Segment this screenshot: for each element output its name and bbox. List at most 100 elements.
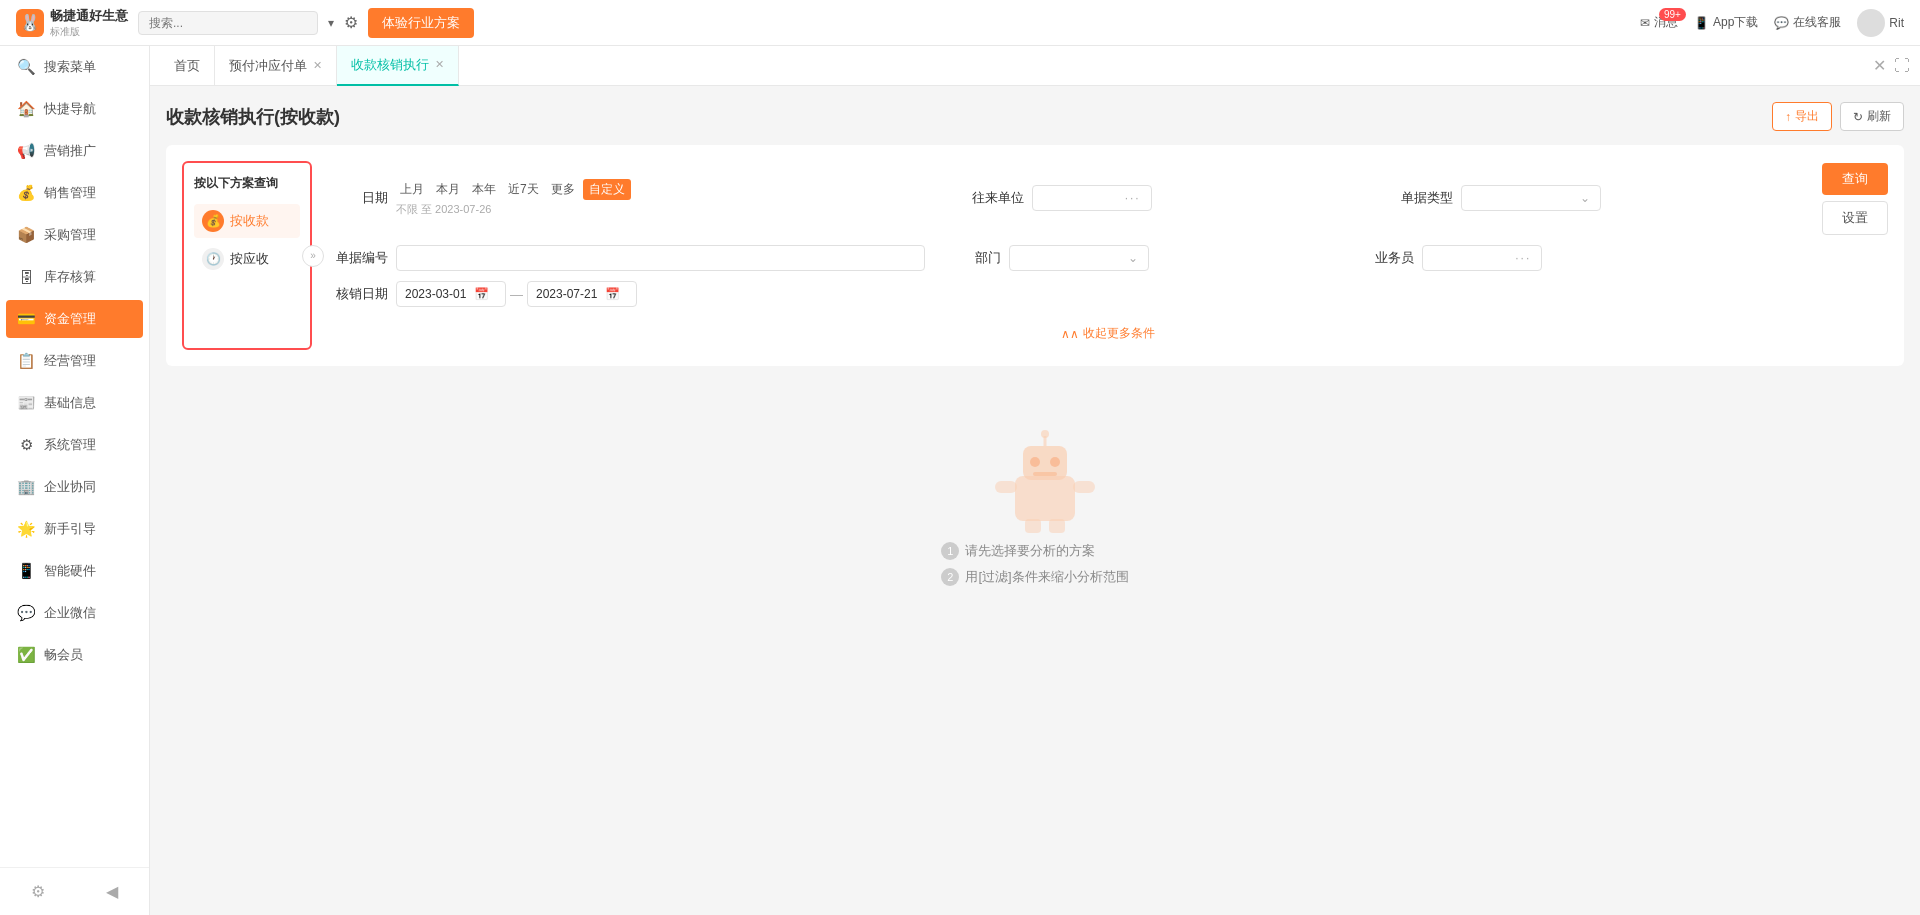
writeoff-start-date[interactable]: 2023-03-01 📅 <box>396 281 506 307</box>
download-icon: 📱 <box>1694 16 1709 30</box>
dropdown-btn[interactable]: ▾ <box>328 16 334 30</box>
filter-group-salesperson: 业务员 ··· <box>1354 245 1752 271</box>
filter-option-receipt[interactable]: 💰 按收款 <box>194 204 300 238</box>
service-icon: 💬 <box>1774 16 1789 30</box>
sidebar-item-quicknav[interactable]: 🏠 快捷导航 <box>0 88 149 130</box>
sidebar-label-hardware: 智能硬件 <box>44 562 96 580</box>
sidebar-settings-btn[interactable]: ⚙ <box>25 876 51 907</box>
sidebar-item-member[interactable]: ✅ 畅会员 <box>0 634 149 676</box>
logo-text: 畅捷通好生意 标准版 <box>50 7 128 39</box>
sidebar-bottom: ⚙ ◀ <box>0 867 149 915</box>
tab-home[interactable]: 首页 <box>160 46 215 86</box>
filter-option-receivable[interactable]: 🕐 按应收 <box>194 242 300 276</box>
industry-btn[interactable]: 体验行业方案 <box>368 8 474 38</box>
tabs-bar-right: ✕ ⛶ <box>1873 56 1910 75</box>
sidebar-label-basic: 基础信息 <box>44 394 96 412</box>
tab-prepay[interactable]: 预付冲应付单 ✕ <box>215 46 337 86</box>
refresh-btn[interactable]: ↻ 刷新 <box>1840 102 1904 131</box>
sidebar-item-wechat[interactable]: 💬 企业微信 <box>0 592 149 634</box>
gear-btn[interactable]: ⚙ <box>344 13 358 32</box>
page-title: 收款核销执行(按收款) <box>166 105 340 129</box>
user-area[interactable]: Rit <box>1857 9 1904 37</box>
sidebar-item-search[interactable]: 🔍 搜索菜单 <box>0 46 149 88</box>
counterparty-select[interactable]: ··· <box>1032 185 1152 211</box>
date-shortcut-more[interactable]: 更多 <box>547 179 579 200</box>
query-btn[interactable]: 查询 <box>1822 163 1888 195</box>
tip-num-1: 1 <box>941 542 959 560</box>
logo-area: 🐰 畅捷通好生意 标准版 <box>16 7 128 39</box>
date-shortcut-thismonth[interactable]: 本月 <box>432 179 464 200</box>
filter-row-1: 日期 上月 本月 本年 近7天 更多 自定义 不限 至 <box>328 161 1888 235</box>
date-shortcut-custom[interactable]: 自定义 <box>583 179 631 200</box>
filter-collapse-btn[interactable]: » <box>302 245 324 267</box>
online-service-btn[interactable]: 💬 在线客服 <box>1774 14 1841 31</box>
filter-panel-title: 按以下方案查询 <box>194 175 300 192</box>
tab-expand-btn[interactable]: ⛶ <box>1894 57 1910 75</box>
svg-rect-7 <box>995 481 1017 493</box>
sidebar-item-guide[interactable]: 🌟 新手引导 <box>0 508 149 550</box>
search-input[interactable] <box>138 11 318 35</box>
date-separator: — <box>510 287 523 302</box>
date-label: 日期 <box>328 189 388 207</box>
svg-point-3 <box>1050 457 1060 467</box>
export-btn[interactable]: ↑ 导出 <box>1772 102 1832 131</box>
app-download-btn[interactable]: 📱 App下载 <box>1694 14 1758 31</box>
empty-tip-2-text: 用[过滤]条件来缩小分析范围 <box>965 568 1128 586</box>
tab-prepay-label: 预付冲应付单 <box>229 57 307 75</box>
collapse-more-btn[interactable]: ∧∧ 收起更多条件 <box>328 317 1888 350</box>
collapse-more-label: 收起更多条件 <box>1083 325 1155 342</box>
app-download-label: App下载 <box>1713 14 1758 31</box>
sidebar-item-sales[interactable]: 💰 销售管理 <box>0 172 149 214</box>
tab-home-label: 首页 <box>174 57 200 75</box>
date-shortcut-7days[interactable]: 近7天 <box>504 179 543 200</box>
user-name: Rit <box>1889 16 1904 30</box>
page-actions: ↑ 导出 ↻ 刷新 <box>1772 102 1904 131</box>
sidebar-label-purchase: 采购管理 <box>44 226 96 244</box>
sidebar-item-basic[interactable]: 📰 基础信息 <box>0 382 149 424</box>
svg-rect-8 <box>1073 481 1095 493</box>
tab-prepay-close[interactable]: ✕ <box>313 59 322 72</box>
sidebar-collapse-btn[interactable]: ◀ <box>100 876 124 907</box>
salesperson-select[interactable]: ··· <box>1422 245 1542 271</box>
dept-select[interactable]: ⌄ <box>1009 245 1149 271</box>
tab-receivable-writeoff[interactable]: 收款核销执行 ✕ <box>337 46 459 86</box>
date-shortcut-lastmonth[interactable]: 上月 <box>396 179 428 200</box>
billtype-select[interactable]: ⌄ <box>1461 185 1601 211</box>
message-icon: ✉ <box>1640 16 1650 30</box>
date-input-group: 2023-03-01 📅 — 2023-07-21 📅 <box>396 281 637 307</box>
sidebar-item-operation[interactable]: 📋 经营管理 <box>0 340 149 382</box>
billtype-label: 单据类型 <box>1393 189 1453 207</box>
billno-input[interactable] <box>396 245 925 271</box>
sidebar-item-collab[interactable]: 🏢 企业协同 <box>0 466 149 508</box>
online-service-label: 在线客服 <box>1793 14 1841 31</box>
sidebar-item-marketing[interactable]: 📢 营销推广 <box>0 130 149 172</box>
tabs-bar: 首页 预付冲应付单 ✕ 收款核销执行 ✕ ✕ ⛶ <box>150 46 1920 86</box>
sidebar-item-finance[interactable]: 💳 资金管理 <box>6 300 143 338</box>
sidebar-item-inventory[interactable]: 🗄 库存核算 <box>0 256 149 298</box>
writeoff-end-date[interactable]: 2023-07-21 📅 <box>527 281 637 307</box>
basic-icon: 📰 <box>16 394 36 412</box>
settings-filter-btn[interactable]: 设置 <box>1822 201 1888 235</box>
svg-rect-0 <box>1015 476 1075 521</box>
date-shortcut-thisyear[interactable]: 本年 <box>468 179 500 200</box>
filter-row-2: 单据编号 部门 ⌄ 业务员 ··· <box>328 245 1888 271</box>
collab-icon: 🏢 <box>16 478 36 496</box>
svg-point-2 <box>1030 457 1040 467</box>
wechat-icon: 💬 <box>16 604 36 622</box>
date-shortcuts: 上月 本月 本年 近7天 更多 自定义 <box>396 179 631 200</box>
filter-option-receivable-label: 按应收 <box>230 250 269 268</box>
tab-receivable-close[interactable]: ✕ <box>435 58 444 71</box>
sidebar-item-purchase[interactable]: 📦 采购管理 <box>0 214 149 256</box>
filter-actions: 查询 设置 <box>1822 161 1888 235</box>
billno-label: 单据编号 <box>328 249 388 267</box>
writeoffdate-label: 核销日期 <box>328 285 388 303</box>
sidebar-item-hardware[interactable]: 📱 智能硬件 <box>0 550 149 592</box>
filter-group-writeoffdate: 核销日期 2023-03-01 📅 — 2023-07-21 📅 <box>328 281 990 307</box>
finance-icon: 💳 <box>16 310 36 328</box>
message-btn[interactable]: ✉ 消息 99+ <box>1640 14 1678 31</box>
guide-icon: 🌟 <box>16 520 36 538</box>
refresh-icon: ↻ <box>1853 110 1863 124</box>
tab-close-all-btn[interactable]: ✕ <box>1873 56 1886 75</box>
export-icon: ↑ <box>1785 110 1791 124</box>
sidebar-item-system[interactable]: ⚙ 系统管理 <box>0 424 149 466</box>
